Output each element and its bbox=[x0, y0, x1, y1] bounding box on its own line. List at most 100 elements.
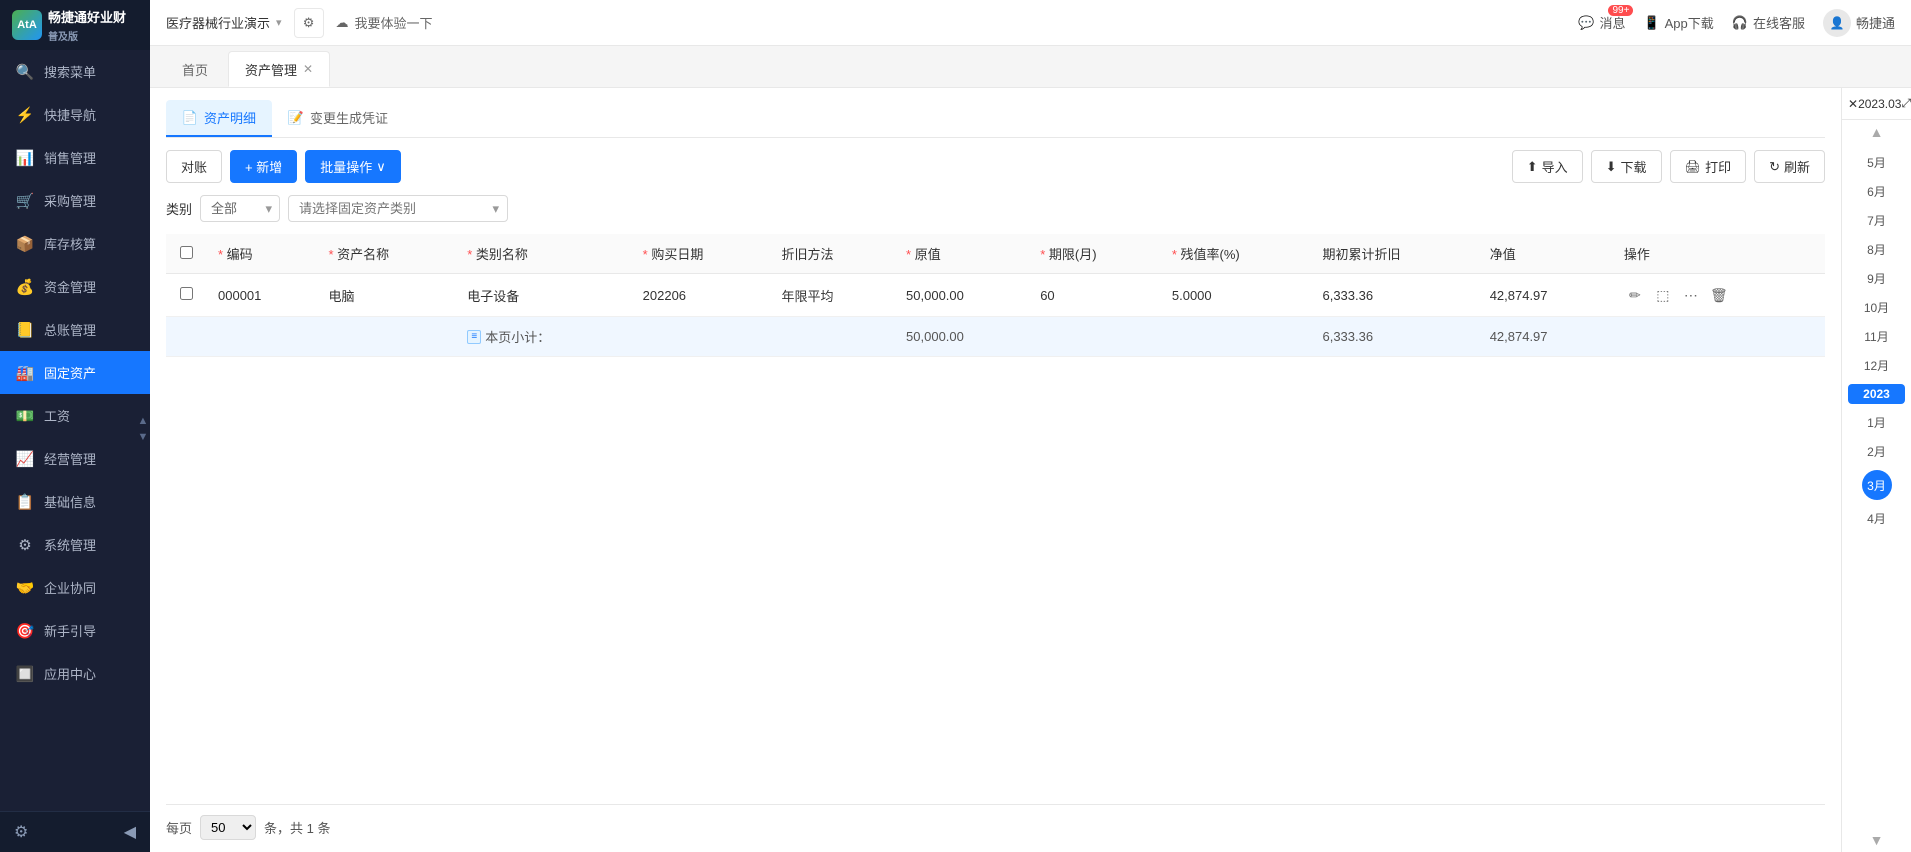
category-input-wrap[interactable]: ▾ bbox=[288, 195, 508, 222]
experience-button[interactable]: ☁ 我要体验一下 bbox=[336, 13, 433, 32]
sidebar-item-label-fixed-assets: 固定资产 bbox=[44, 363, 96, 382]
sidebar-item-ledger[interactable]: 📒 总账管理 bbox=[0, 308, 150, 351]
collapse-icon[interactable]: ◀ bbox=[124, 822, 136, 842]
timeline-expand-icon[interactable]: ⤢ bbox=[1901, 96, 1911, 111]
duizhang-button[interactable]: 对账 bbox=[166, 150, 222, 183]
refresh-button[interactable]: ↻ 刷新 bbox=[1754, 150, 1825, 183]
th-operation: 操作 bbox=[1612, 234, 1825, 274]
sidebar-item-apps[interactable]: 🔲 应用中心 bbox=[0, 652, 150, 695]
sidebar-item-label-operations: 经营管理 bbox=[44, 449, 96, 468]
th-original-value: 原值 bbox=[894, 234, 1028, 274]
sidebar-item-search[interactable]: 🔍 搜索菜单 bbox=[0, 50, 150, 93]
timeline-month-12[interactable]: 12月 bbox=[1842, 351, 1911, 380]
timeline-up-button[interactable]: ▲ bbox=[1870, 124, 1884, 140]
message-button[interactable]: 💬 消息 99+ bbox=[1578, 13, 1625, 32]
settings-icon[interactable]: ⚙ bbox=[14, 822, 28, 842]
row-checkbox[interactable] bbox=[180, 287, 193, 300]
download-icon: 📱 bbox=[1643, 15, 1659, 31]
ledger-icon: 📒 bbox=[16, 321, 34, 339]
timeline-month-4[interactable]: 4月 bbox=[1842, 504, 1911, 533]
apps-icon: 🔲 bbox=[16, 665, 34, 683]
category-input[interactable] bbox=[289, 196, 507, 221]
enterprise-icon: 🤝 bbox=[16, 579, 34, 597]
sidebar-scroll-down[interactable]: ▼ bbox=[138, 431, 149, 443]
sidebar-item-inventory[interactable]: 📦 库存核算 bbox=[0, 222, 150, 265]
sidebar-item-purchase[interactable]: 🛒 采购管理 bbox=[0, 179, 150, 222]
timeline-current-month[interactable]: 3月 bbox=[1862, 470, 1892, 500]
app-edition: 普及版 bbox=[48, 28, 126, 43]
new-button[interactable]: + 新增 bbox=[230, 150, 297, 183]
subtab-asset-detail[interactable]: 📄 资产明细 bbox=[166, 100, 272, 137]
timeline-month-8[interactable]: 8月 bbox=[1842, 235, 1911, 264]
payroll-icon: 💵 bbox=[16, 407, 34, 425]
timeline-month-1[interactable]: 1月 bbox=[1842, 408, 1911, 437]
purchase-icon: 🛒 bbox=[16, 192, 34, 210]
sales-icon: 📊 bbox=[16, 149, 34, 167]
delete-icon[interactable]: 🗑 bbox=[1708, 284, 1730, 306]
online-service-button[interactable]: 🎧 在线客服 bbox=[1732, 13, 1805, 32]
sidebar-item-fixed-assets[interactable]: 🏭 固定资产 bbox=[0, 351, 150, 394]
timeline-month-6[interactable]: 6月 bbox=[1842, 177, 1911, 206]
subtotal-original-value: 50,000.00 bbox=[894, 317, 1028, 357]
timeline-year-label[interactable]: 2023 bbox=[1848, 384, 1905, 404]
logo-icon: AtA bbox=[12, 10, 42, 40]
sidebar-item-operations[interactable]: 📈 经营管理 bbox=[0, 437, 150, 480]
per-page-select[interactable]: 50 10 20 100 bbox=[200, 815, 256, 840]
sidebar-item-label-guide: 新手引导 bbox=[44, 621, 96, 640]
subtab-change-voucher[interactable]: 📝 变更生成凭证 bbox=[272, 100, 404, 137]
timeline-close-icon[interactable]: ✕ bbox=[1848, 97, 1858, 111]
timeline-month-7[interactable]: 7月 bbox=[1842, 206, 1911, 235]
print-button[interactable]: 🖨 打印 bbox=[1670, 150, 1747, 183]
th-category: 类别名称 bbox=[455, 234, 630, 274]
sidebar-item-payroll[interactable]: 💵 工资 bbox=[0, 394, 150, 437]
sidebar-bottom: ⚙ ◀ bbox=[0, 811, 150, 852]
per-page-label: 每页 bbox=[166, 818, 192, 837]
timeline-month-11[interactable]: 11月 bbox=[1842, 322, 1911, 351]
th-checkbox bbox=[166, 234, 206, 274]
tab-close-icon[interactable]: ✕ bbox=[303, 62, 313, 76]
category-select[interactable]: 全部 bbox=[200, 195, 280, 222]
cell-operation: ✏ ⬚ ⋯ 🗑 bbox=[1612, 274, 1825, 317]
company-selector[interactable]: 医疗器械行业演示 ▾ bbox=[166, 13, 282, 32]
select-all-checkbox[interactable] bbox=[180, 246, 193, 259]
timeline-down-button[interactable]: ▼ bbox=[1870, 832, 1884, 848]
user-avatar-area[interactable]: 👤 畅捷通 bbox=[1823, 9, 1895, 37]
timeline-month-2[interactable]: 2月 bbox=[1842, 437, 1911, 466]
th-residual-rate: 残值率(%) bbox=[1160, 234, 1311, 274]
avatar: 👤 bbox=[1823, 9, 1851, 37]
sidebar-item-label-quick-nav: 快捷导航 bbox=[44, 105, 96, 124]
tab-asset-mgmt-label: 资产管理 bbox=[245, 60, 297, 79]
refresh-icon: ↻ bbox=[1769, 159, 1780, 175]
timeline-month-5[interactable]: 5月 bbox=[1842, 148, 1911, 177]
import-button[interactable]: ⬆ 导入 bbox=[1512, 150, 1583, 183]
topbar-right: 💬 消息 99+ 📱 App下载 🎧 在线客服 👤 畅捷通 bbox=[1578, 9, 1895, 37]
more-icon[interactable]: ⋯ bbox=[1680, 284, 1702, 306]
download-button[interactable]: ⬇ 下载 bbox=[1591, 150, 1662, 183]
tab-asset-mgmt[interactable]: 资产管理 ✕ bbox=[228, 51, 330, 87]
sidebar-item-guide[interactable]: 🎯 新手引导 bbox=[0, 609, 150, 652]
th-accumulated-depreciation: 期初累计折旧 bbox=[1310, 234, 1477, 274]
timeline-month-9[interactable]: 9月 bbox=[1842, 264, 1911, 293]
quick-nav-icon: ⚡ bbox=[16, 106, 34, 124]
topbar: 医疗器械行业演示 ▾ ⚙ ☁ 我要体验一下 💬 消息 99+ 📱 App下载 🎧… bbox=[150, 0, 1911, 46]
copy-icon[interactable]: ⬚ bbox=[1652, 284, 1674, 306]
timeline-month-10[interactable]: 10月 bbox=[1842, 293, 1911, 322]
tab-home[interactable]: 首页 bbox=[166, 51, 224, 87]
th-code: 编码 bbox=[206, 234, 316, 274]
sidebar-scroll-up[interactable]: ▲ bbox=[138, 415, 149, 427]
edit-icon[interactable]: ✏ bbox=[1624, 284, 1646, 306]
sidebar-item-sales[interactable]: 📊 销售管理 bbox=[0, 136, 150, 179]
import-icon: ⬆ bbox=[1527, 159, 1538, 175]
sidebar-item-system[interactable]: ⚙ 系统管理 bbox=[0, 523, 150, 566]
sidebar-item-funds[interactable]: 💰 资金管理 bbox=[0, 265, 150, 308]
batch-button[interactable]: 批量操作 ∨ bbox=[305, 150, 401, 183]
topbar-settings-button[interactable]: ⚙ bbox=[294, 8, 324, 38]
app-download-button[interactable]: 📱 App下载 bbox=[1643, 13, 1713, 32]
total-text: 条，共 1 条 bbox=[264, 818, 330, 837]
asset-detail-icon: 📄 bbox=[182, 110, 198, 126]
sidebar-item-quick-nav[interactable]: ⚡ 快捷导航 bbox=[0, 93, 150, 136]
sidebar-item-enterprise[interactable]: 🤝 企业协同 bbox=[0, 566, 150, 609]
sidebar-item-basic-info[interactable]: 📋 基础信息 bbox=[0, 480, 150, 523]
refresh-label: 刷新 bbox=[1784, 157, 1810, 176]
subtotal-icon: ≡ bbox=[467, 330, 481, 344]
